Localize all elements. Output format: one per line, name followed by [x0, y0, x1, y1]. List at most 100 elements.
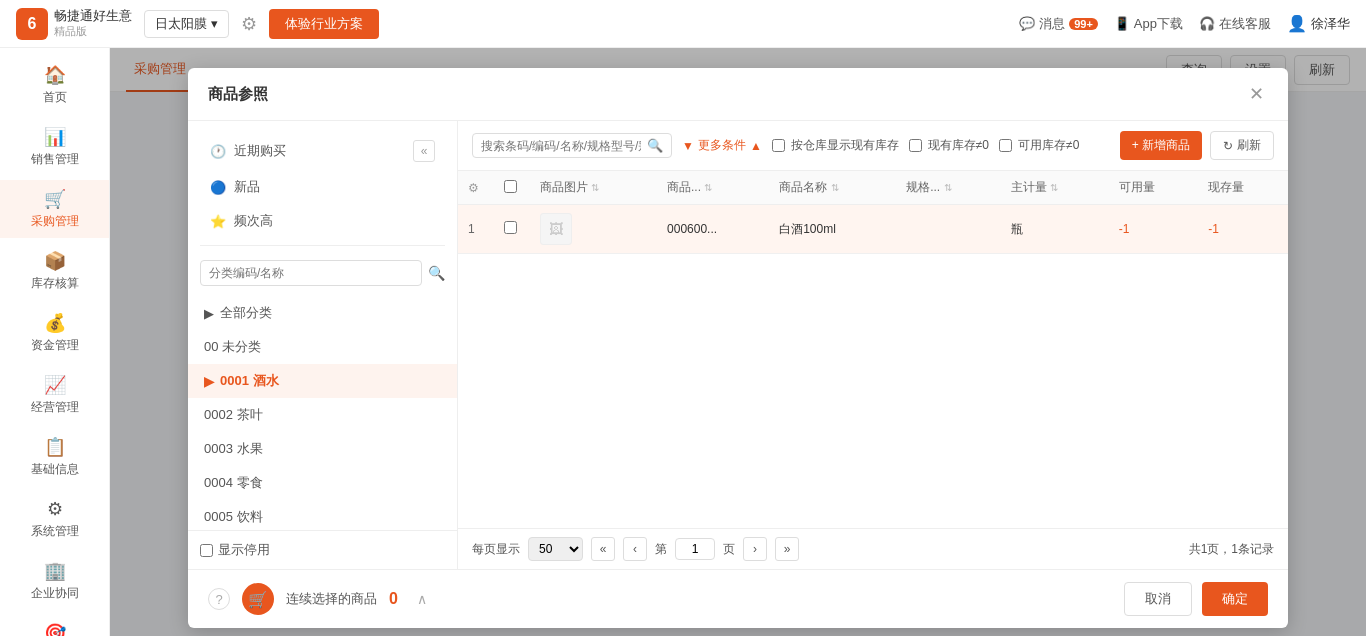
sidebar-label-sales: 销售管理: [31, 151, 79, 168]
modal-left-footer: 显示停用: [188, 530, 457, 569]
page-prev-button[interactable]: ‹: [623, 537, 647, 561]
sales-icon: 📊: [44, 126, 66, 148]
product-search-icon[interactable]: 🔍: [647, 138, 663, 153]
refresh-icon: ↻: [1223, 139, 1233, 153]
cancel-button[interactable]: 取消: [1124, 582, 1192, 616]
current-stock-input[interactable]: [909, 139, 922, 152]
collapse-recent-button[interactable]: «: [413, 140, 435, 162]
nav-item-frequent[interactable]: ⭐ 频次高: [200, 205, 445, 237]
sidebar-item-home[interactable]: 🏠 首页: [0, 56, 109, 114]
footer-cart-count: 0: [389, 590, 398, 608]
th-unit-label: 主计量: [1011, 180, 1047, 194]
warehouse-input[interactable]: [772, 139, 785, 152]
sidebar-label-enterprise: 企业协同: [31, 585, 79, 602]
category-item-0003[interactable]: 0003 水果: [188, 432, 457, 466]
refresh-button[interactable]: ↻ 刷新: [1210, 131, 1274, 160]
chevron-down-icon: ▾: [211, 16, 218, 31]
page-next-button[interactable]: ›: [743, 537, 767, 561]
sidebar-item-sales[interactable]: 📊 销售管理: [0, 118, 109, 176]
sort-code-icon: ⇅: [704, 182, 712, 193]
per-page-label: 每页显示: [472, 541, 520, 558]
footer-collapse-button[interactable]: ∧: [410, 587, 434, 611]
current-stock-checkbox[interactable]: 现有库存≠0: [909, 137, 989, 154]
gear-icon[interactable]: ⚙: [241, 13, 257, 35]
row-select-checkbox[interactable]: [504, 221, 517, 234]
nav-item-new[interactable]: 🔵 新品: [200, 171, 445, 203]
user-menu[interactable]: 👤 徐泽华: [1287, 14, 1350, 33]
store-selector[interactable]: 日太阳膜 ▾: [144, 10, 229, 38]
th-unit: 主计量 ⇅: [1001, 171, 1109, 205]
add-product-button[interactable]: + 新增商品: [1120, 131, 1202, 160]
category-label-all: 全部分类: [220, 304, 272, 322]
online-service-btn[interactable]: 🎧 在线客服: [1199, 15, 1271, 33]
divider: [200, 245, 445, 246]
modal-left-panel: 🕐 近期购买 « 🔵 新品 ⭐ 频次高: [188, 121, 458, 569]
messages-label: 消息: [1039, 15, 1065, 33]
sort-image-icon: ⇅: [591, 182, 599, 193]
filter-arrow-icon: ▲: [750, 139, 762, 153]
category-item-0004[interactable]: 0004 零食: [188, 466, 457, 500]
category-item-0005[interactable]: 0005 饮料: [188, 500, 457, 530]
logo-area: 6 畅捷通好生意 精品版: [16, 8, 132, 40]
sidebar-item-finance[interactable]: 💰 资金管理: [0, 304, 109, 362]
sidebar-item-purchase[interactable]: 🛒 采购管理: [0, 180, 109, 238]
sort-spec-icon: ⇅: [944, 182, 952, 193]
row-available: -1: [1109, 205, 1199, 254]
th-available-label: 可用量: [1119, 180, 1155, 194]
row-image: 🖼: [530, 205, 657, 254]
warehouse-checkbox[interactable]: 按仓库显示现有库存: [772, 137, 899, 154]
confirm-button[interactable]: 确定: [1202, 582, 1268, 616]
page-input[interactable]: [675, 538, 715, 560]
category-item-0001[interactable]: ▶ 0001 酒水: [188, 364, 457, 398]
th-stock: 现存量: [1198, 171, 1288, 205]
show-disabled-input[interactable]: [200, 544, 213, 557]
select-all-checkbox[interactable]: [504, 180, 517, 193]
th-image-label: 商品图片: [540, 180, 588, 194]
nav-label-frequent: 频次高: [234, 212, 273, 230]
show-disabled-checkbox[interactable]: 显示停用: [200, 541, 270, 559]
product-search-input[interactable]: [481, 139, 641, 153]
sidebar-label-system: 系统管理: [31, 523, 79, 540]
messages-btn[interactable]: 💬 消息 99+: [1019, 15, 1098, 33]
more-filter-button[interactable]: ▼ 更多条件 ▲: [682, 137, 762, 154]
per-page-select[interactable]: 50 20 100: [528, 537, 583, 561]
headset-icon: 🎧: [1199, 16, 1215, 31]
page-first-button[interactable]: «: [591, 537, 615, 561]
cart-icon-button[interactable]: 🛒: [242, 583, 274, 615]
new-product-icon: 🔵: [210, 180, 226, 195]
page-label: 第: [655, 541, 667, 558]
table-settings-icon[interactable]: ⚙: [468, 181, 479, 195]
product-thumbnail: 🖼: [540, 213, 572, 245]
app-download-btn[interactable]: 📱 App下载: [1114, 15, 1183, 33]
warehouse-label: 按仓库显示现有库存: [791, 137, 899, 154]
sidebar-item-inventory[interactable]: 📦 库存核算: [0, 242, 109, 300]
avatar-icon: 👤: [1287, 14, 1307, 33]
product-search-box: 🔍: [472, 133, 672, 158]
help-icon-button[interactable]: ?: [208, 588, 230, 610]
sidebar-label-finance: 资金管理: [31, 337, 79, 354]
available-stock-input[interactable]: [999, 139, 1012, 152]
category-item-all[interactable]: ▶ 全部分类: [188, 296, 457, 330]
sidebar-item-system[interactable]: ⚙ 系统管理: [0, 490, 109, 548]
sidebar-item-basic[interactable]: 📋 基础信息: [0, 428, 109, 486]
sidebar-item-enterprise[interactable]: 🏢 企业协同: [0, 552, 109, 610]
sidebar-item-operation[interactable]: 📈 经营管理: [0, 366, 109, 424]
trial-button[interactable]: 体验行业方案: [269, 9, 379, 39]
sidebar-item-guide[interactable]: 🎯 新手引导: [0, 614, 109, 636]
th-available: 可用量: [1109, 171, 1199, 205]
table-row[interactable]: 1 🖼: [458, 205, 1288, 254]
category-search-icon[interactable]: 🔍: [428, 265, 445, 281]
category-search-input[interactable]: [200, 260, 422, 286]
th-code-label: 商品...: [667, 180, 701, 194]
th-checkbox: [494, 171, 530, 205]
purchase-icon: 🛒: [44, 188, 66, 210]
page-suffix: 页: [723, 541, 735, 558]
modal-close-button[interactable]: ✕: [1244, 82, 1268, 106]
category-item-00[interactable]: 00 未分类: [188, 330, 457, 364]
page-last-button[interactable]: »: [775, 537, 799, 561]
available-stock-checkbox[interactable]: 可用库存≠0: [999, 137, 1079, 154]
current-stock-label: 现有库存≠0: [928, 137, 989, 154]
category-item-0002[interactable]: 0002 茶叶: [188, 398, 457, 432]
user-name: 徐泽华: [1311, 15, 1350, 33]
nav-item-recent[interactable]: 🕐 近期购买 «: [200, 133, 445, 169]
